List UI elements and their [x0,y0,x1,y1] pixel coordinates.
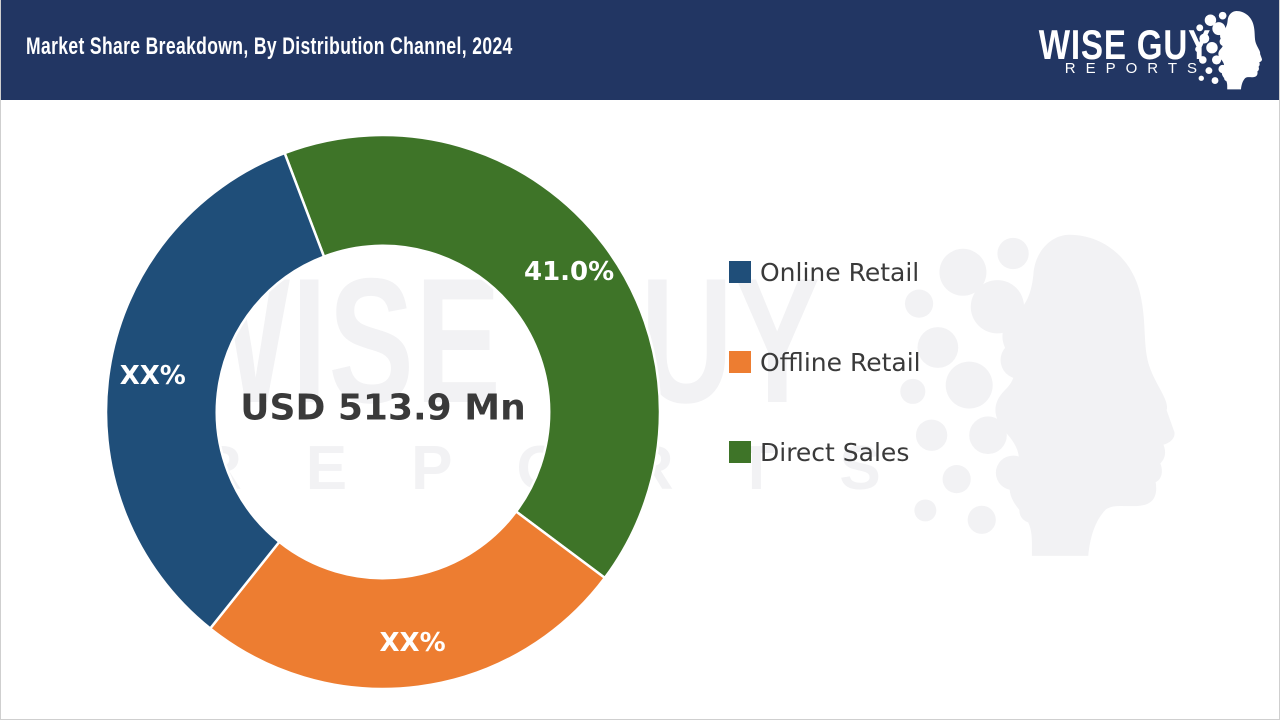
legend-swatch-icon [729,351,751,373]
chart-center-value: USD 513.9 Mn [240,387,526,429]
page-root: WISE GUY REPORTS 41.0% XX% XX% USD 513.9 M… [0,0,1280,720]
donut-slice-direct-sales [283,133,662,580]
page-title: Market Share Breakdown, By Distribution … [26,33,513,60]
legend-item-online-retail: Online Retail [729,257,919,287]
legend-swatch-icon [729,261,751,283]
wiseguy-logo: WISE GUY REPORTS [1031,0,1271,100]
legend-swatch-icon [729,441,751,463]
slice-label-offline-retail: XX% [379,628,446,659]
legend-label: Online Retail [760,257,920,287]
legend-label: Offline Retail [760,347,921,377]
slice-label-online-retail: XX% [119,360,186,391]
wiseguy-face-icon [1195,11,1263,90]
slice-label-direct-sales: 41.0% [523,256,615,287]
header-bar: Market Share Breakdown, By Distribution … [1,0,1279,100]
legend-item-direct-sales: Direct Sales [729,437,909,467]
logo-reports-text: REPORTS [1064,60,1207,77]
wiseguy-face-watermark-icon [900,234,1175,556]
legend-label: Direct Sales [760,437,910,467]
legend-item-offline-retail: Offline Retail [729,347,921,377]
